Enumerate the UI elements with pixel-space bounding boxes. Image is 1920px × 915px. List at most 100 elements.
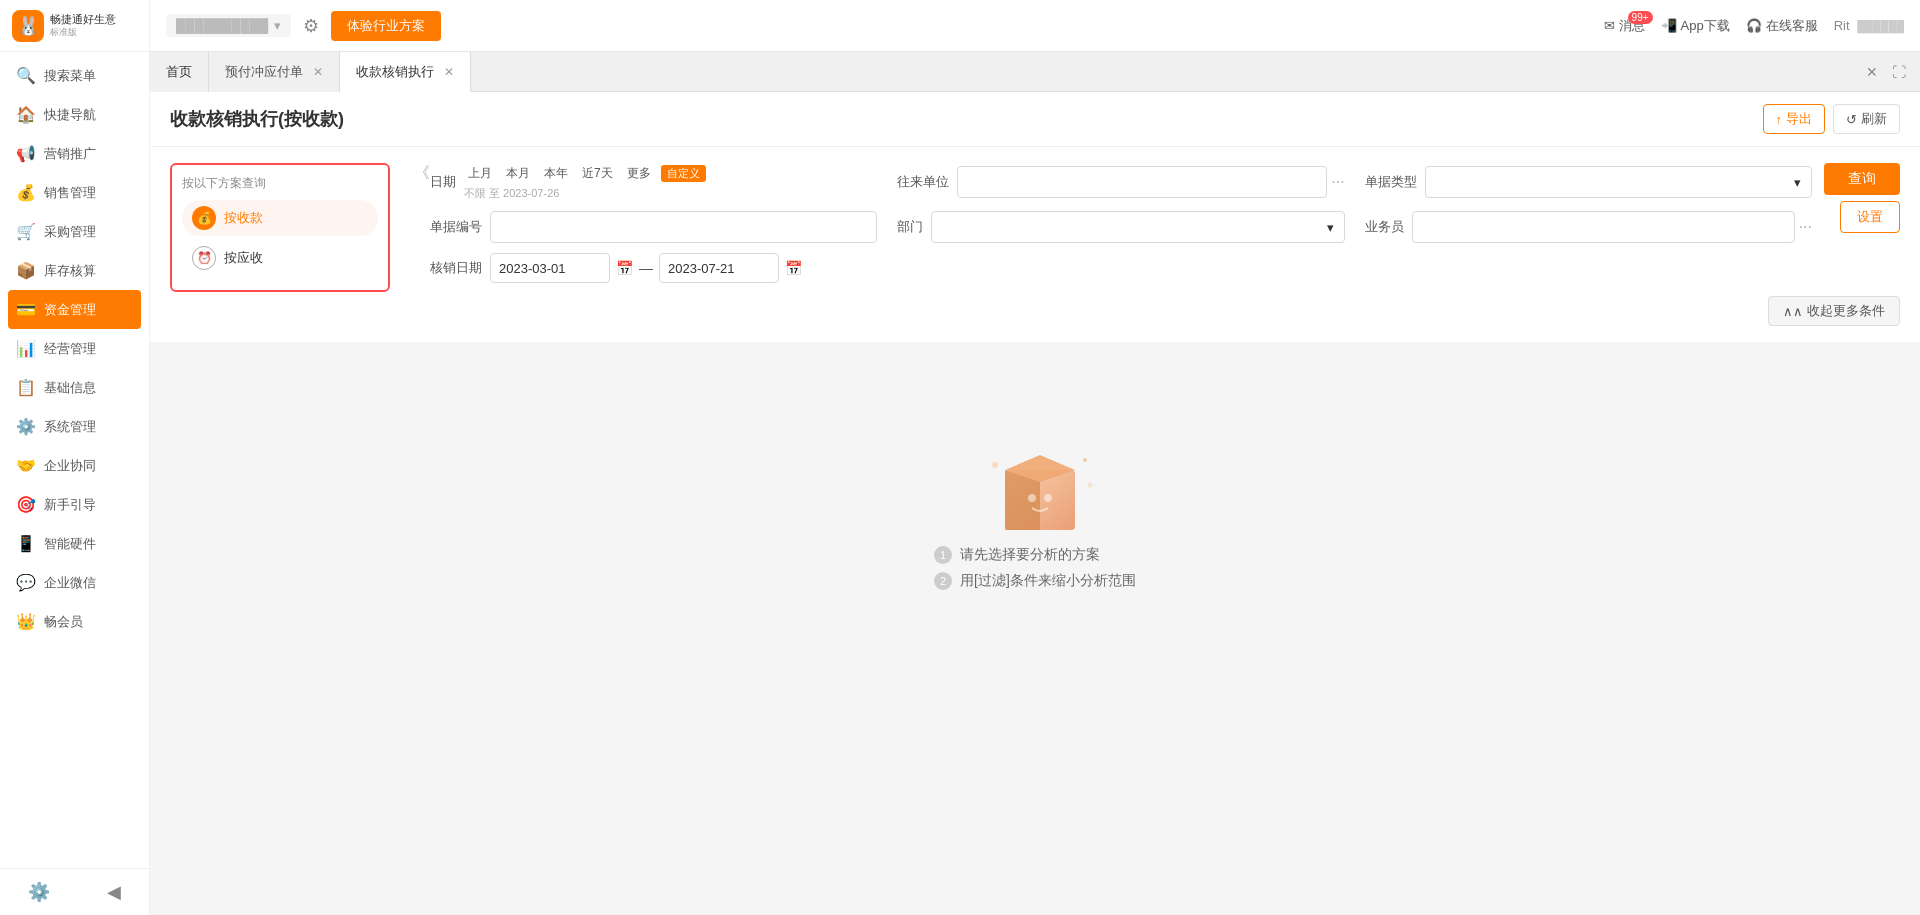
sidebar-item-purchase[interactable]: 🛒 采购管理 [0, 212, 149, 251]
sidebar-item-quicknav[interactable]: 🏠 快捷导航 [0, 95, 149, 134]
collapse-more-label: 收起更多条件 [1807, 302, 1885, 320]
logo-edition: 标准版 [50, 26, 116, 39]
expand-icon[interactable]: ⛶ [1886, 60, 1912, 84]
docno-input[interactable] [490, 211, 877, 243]
empty-step1: 1 请先选择要分析的方案 [934, 546, 1136, 564]
tab-receipt-close[interactable]: ✕ [444, 65, 454, 79]
close-tab-icon[interactable]: ✕ [1860, 60, 1884, 84]
filter-scheme-panel: 按以下方案查询 💰 按收款 ⏰ 按应收 [170, 163, 390, 292]
inventory-icon: 📦 [16, 261, 36, 280]
sidebar-nav: 🔍 搜索菜单 🏠 快捷导航 📢 营销推广 💰 销售管理 🛒 采购管理 📦 库存核… [0, 52, 149, 868]
calendar-from-icon[interactable]: 📅 [616, 260, 633, 276]
app-download-link[interactable]: 📲 App下载 [1661, 17, 1730, 35]
receipt-option-icon: 💰 [192, 206, 216, 230]
query-button[interactable]: 查询 [1824, 163, 1900, 195]
company-selector[interactable]: ██████████ ▾ [166, 14, 291, 37]
dept-arrow: ▾ [1327, 220, 1334, 235]
sidebar-logo: 🐰 畅捷通好生意 标准版 [0, 0, 149, 52]
svg-point-7 [1088, 483, 1093, 488]
doctype-label: 单据类型 [1365, 173, 1417, 191]
sidebar-item-guide[interactable]: 🎯 新手引导 [0, 485, 149, 524]
sidebar-item-label: 资金管理 [44, 301, 96, 319]
date-last-month[interactable]: 上月 [464, 163, 496, 184]
sidebar-item-operation[interactable]: 📊 经营管理 [0, 329, 149, 368]
empty-step2: 2 用[过滤]条件来缩小分析范围 [934, 572, 1136, 590]
date-unlimited-hint: 不限 至 2023-07-26 [464, 186, 877, 201]
page-title: 收款核销执行(按收款) [170, 107, 344, 143]
sidebar-item-member[interactable]: 👑 畅会员 [0, 602, 149, 641]
sidebar-item-sales[interactable]: 💰 销售管理 [0, 173, 149, 212]
verify-date-to[interactable] [659, 253, 779, 283]
basic-icon: 📋 [16, 378, 36, 397]
party-input[interactable] [957, 166, 1327, 198]
sidebar-item-label: 新手引导 [44, 496, 96, 514]
doctype-select[interactable]: ▾ [1425, 166, 1812, 198]
staff-more-btn[interactable]: ··· [1799, 211, 1812, 243]
date-this-month[interactable]: 本月 [502, 163, 534, 184]
date-more[interactable]: 更多 [623, 163, 655, 184]
page-header-actions: ↑ 导出 ↺ 刷新 [1763, 104, 1901, 146]
sidebar: 🐰 畅捷通好生意 标准版 🔍 搜索菜单 🏠 快捷导航 📢 营销推广 💰 销售管理… [0, 0, 150, 915]
online-service-link[interactable]: 🎧 在线客服 [1746, 17, 1818, 35]
topbar-actions: ✉ 消息 99+ 📲 App下载 🎧 在线客服 Rit ██████ [1604, 17, 1904, 35]
date-custom-badge[interactable]: 自定义 [661, 165, 706, 182]
party-label: 往来单位 [897, 173, 949, 191]
tabbar: 首页 预付冲应付单 ✕ 收款核销执行 ✕ ✕ ⛶ [150, 52, 1920, 92]
sidebar-item-search[interactable]: 🔍 搜索菜单 [0, 56, 149, 95]
filter-staff-field: 业务员 ··· [1365, 211, 1812, 243]
svg-point-5 [992, 462, 998, 468]
calendar-to-icon[interactable]: 📅 [785, 260, 802, 276]
sidebar-item-collab[interactable]: 🤝 企业协同 [0, 446, 149, 485]
party-more-btn[interactable]: ··· [1331, 166, 1344, 198]
settings-bottom-icon[interactable]: ⚙️ [28, 881, 50, 903]
step1-text: 请先选择要分析的方案 [960, 546, 1100, 564]
purchase-icon: 🛒 [16, 222, 36, 241]
staff-input[interactable] [1412, 211, 1795, 243]
sidebar-item-marketing[interactable]: 📢 营销推广 [0, 134, 149, 173]
date-this-year[interactable]: 本年 [540, 163, 572, 184]
logo-text-block: 畅捷通好生意 标准版 [50, 12, 116, 39]
industry-solution-button[interactable]: 体验行业方案 [331, 11, 441, 41]
refresh-button[interactable]: ↺ 刷新 [1833, 104, 1900, 134]
collapse-panel-button[interactable]: 《 [414, 163, 430, 184]
filter-by-receipt[interactable]: 💰 按收款 [182, 200, 378, 236]
user-menu[interactable]: Rit ██████ [1834, 18, 1904, 33]
sidebar-item-label: 企业微信 [44, 574, 96, 592]
export-button[interactable]: ↑ 导出 [1763, 104, 1826, 134]
dropdown-icon: ▾ [274, 18, 281, 33]
tab-prepay-close[interactable]: ✕ [313, 65, 323, 79]
filter-docno-field: 单据编号 [430, 211, 877, 243]
date-7days[interactable]: 近7天 [578, 163, 617, 184]
system-icon: ⚙️ [16, 417, 36, 436]
tab-receipt[interactable]: 收款核销执行 ✕ [340, 52, 471, 92]
sidebar-item-system[interactable]: ⚙️ 系统管理 [0, 407, 149, 446]
sidebar-item-label: 畅会员 [44, 613, 83, 631]
tab-prepay[interactable]: 预付冲应付单 ✕ [209, 52, 340, 92]
tab-receipt-label: 收款核销执行 [356, 63, 434, 81]
user-name: Rit [1834, 18, 1850, 33]
dept-select[interactable]: ▾ [931, 211, 1344, 243]
tab-prepay-label: 预付冲应付单 [225, 63, 303, 81]
message-button[interactable]: ✉ 消息 99+ [1604, 17, 1645, 35]
sidebar-item-basic[interactable]: 📋 基础信息 [0, 368, 149, 407]
step2-text: 用[过滤]条件来缩小分析范围 [960, 572, 1136, 590]
step1-badge: 1 [934, 546, 952, 564]
sidebar-item-finance[interactable]: 💳 资金管理 [8, 290, 141, 329]
verify-date-from[interactable] [490, 253, 610, 283]
sidebar-item-label: 企业协同 [44, 457, 96, 475]
setting-button[interactable]: 设置 [1840, 201, 1900, 233]
empty-illustration [975, 430, 1095, 530]
settings-icon[interactable]: ⚙ [303, 15, 319, 37]
member-icon: 👑 [16, 612, 36, 631]
download-icon: 📲 [1661, 18, 1677, 33]
collapse-more-button[interactable]: ∧∧ 收起更多条件 [1768, 296, 1900, 326]
tab-home[interactable]: 首页 [150, 52, 209, 92]
sidebar-item-hardware[interactable]: 📱 智能硬件 [0, 524, 149, 563]
guide-icon: 🎯 [16, 495, 36, 514]
collapse-sidebar-icon[interactable]: ◀ [107, 881, 121, 903]
sidebar-item-inventory[interactable]: 📦 库存核算 [0, 251, 149, 290]
filter-by-receivable[interactable]: ⏰ 按应收 [182, 240, 378, 276]
staff-label: 业务员 [1365, 218, 1404, 236]
sidebar-item-wechat[interactable]: 💬 企业微信 [0, 563, 149, 602]
select-arrow: ▾ [1794, 175, 1801, 190]
